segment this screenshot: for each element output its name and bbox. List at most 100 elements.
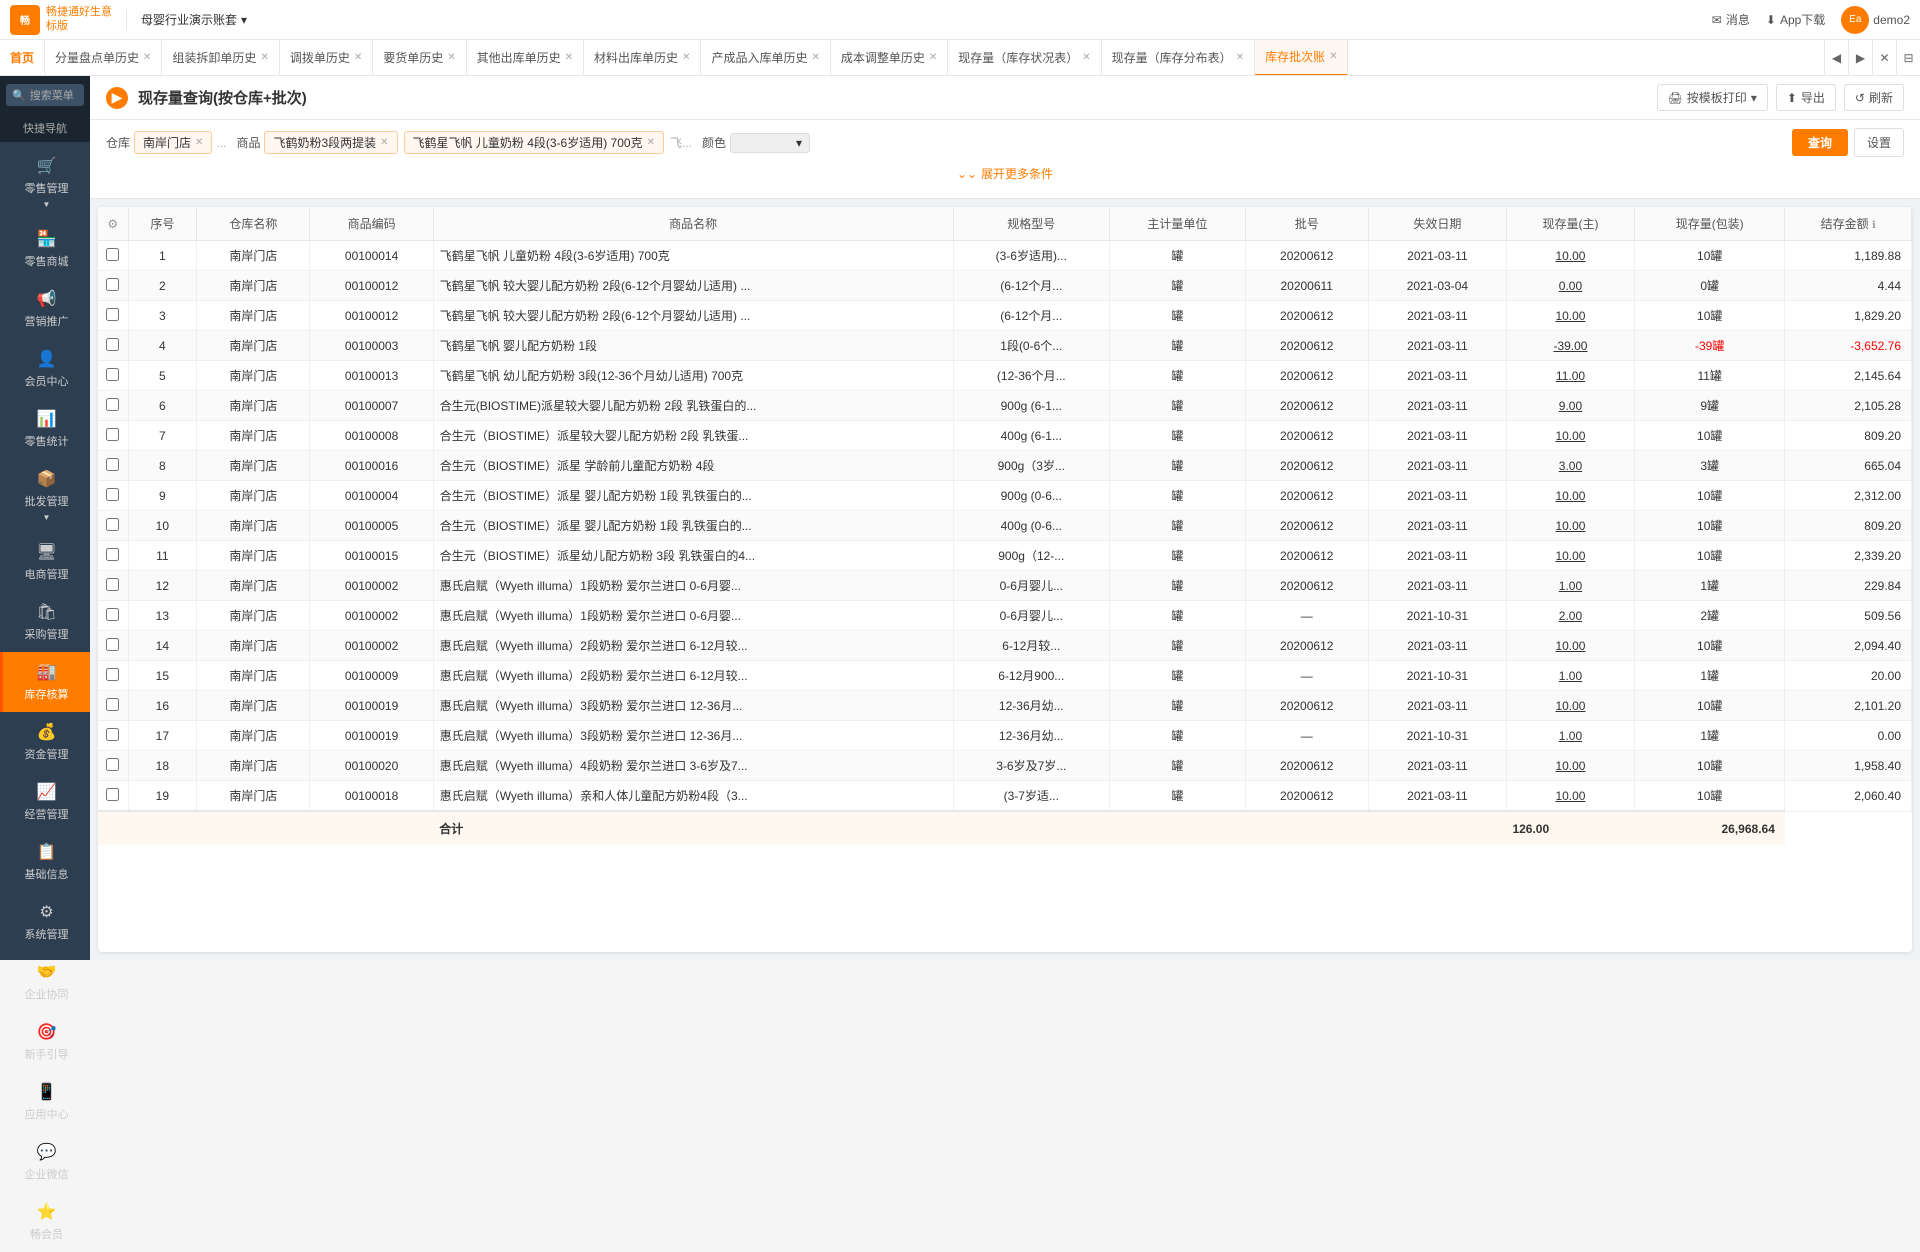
sidebar-item-newguide[interactable]: 🎯 新手引导 — [0, 1012, 90, 1072]
row-checkbox[interactable] — [98, 451, 128, 481]
expand-conditions-btn[interactable]: ⌄⌄ 展开更多条件 — [949, 161, 1061, 186]
row-qty-main[interactable]: 1.00 — [1506, 571, 1634, 601]
tab-requisition[interactable]: 要货单历史 ✕ — [373, 40, 466, 76]
row-checkbox[interactable] — [98, 781, 128, 812]
row-qty-main[interactable]: 10.00 — [1506, 781, 1634, 812]
row-checkbox[interactable] — [98, 241, 128, 271]
sidebar-item-finance[interactable]: 💰 资金管理 — [0, 712, 90, 772]
print-btn[interactable]: 🖨 按模板打印 ▾ — [1657, 84, 1768, 111]
product-tag-more[interactable]: 飞... — [670, 134, 692, 151]
tab-close-all-btn[interactable]: ✕ — [1872, 40, 1896, 76]
sidebar-item-shop[interactable]: 🏪 零售商城 — [0, 219, 90, 279]
row-checkbox[interactable] — [98, 631, 128, 661]
warehouse-ellipsis[interactable]: ... — [216, 136, 226, 150]
sidebar-item-retail[interactable]: 🛒 零售管理 ▼ — [0, 146, 90, 219]
tab-transfer[interactable]: 调拨单历史 ✕ — [280, 40, 373, 76]
tab-close-transfer[interactable]: ✕ — [354, 52, 362, 63]
color-select[interactable] — [730, 133, 810, 153]
tab-close-other-out[interactable]: ✕ — [565, 52, 573, 63]
row-qty-main[interactable]: 10.00 — [1506, 301, 1634, 331]
sidebar-item-member2[interactable]: ⭐ 畅会员 — [0, 1192, 90, 1252]
tab-cost-adjust[interactable]: 成本调整单历史 ✕ — [831, 40, 948, 76]
row-qty-main[interactable]: 0.00 — [1506, 271, 1634, 301]
row-checkbox[interactable] — [98, 481, 128, 511]
sidebar-item-business[interactable]: 📈 经营管理 — [0, 772, 90, 832]
query-btn[interactable]: 查询 — [1792, 129, 1848, 156]
product-tag-0[interactable]: 飞鹤奶粉3段两提装 ✕ — [264, 131, 397, 154]
user-profile[interactable]: Ea demo2 — [1841, 6, 1910, 34]
row-checkbox[interactable] — [98, 601, 128, 631]
sidebar-item-system[interactable]: ⚙ 系统管理 — [0, 892, 90, 952]
sidebar-item-inventory[interactable]: 🏭 库存核算 — [0, 652, 90, 712]
row-qty-main[interactable]: 2.00 — [1506, 601, 1634, 631]
tab-close-batch-query[interactable]: ✕ — [1329, 51, 1337, 62]
export-btn[interactable]: ⬆ 导出 — [1776, 84, 1836, 111]
row-qty-main[interactable]: 1.00 — [1506, 661, 1634, 691]
tab-prev-btn[interactable]: ◀ — [1824, 40, 1848, 76]
tab-inventory-status[interactable]: 现存量（库存状况表） ✕ — [948, 40, 1101, 76]
app-download-btn[interactable]: ⬇ App下载 — [1766, 11, 1825, 28]
refresh-btn[interactable]: ↺ 刷新 — [1844, 84, 1904, 111]
tab-product-in[interactable]: 产成品入库单历史 ✕ — [701, 40, 830, 76]
expand-btn[interactable]: ▶ — [106, 87, 128, 109]
tab-close-cost-adjust[interactable]: ✕ — [929, 52, 937, 63]
row-qty-main[interactable]: -39.00 — [1506, 331, 1634, 361]
sidebar-item-corp[interactable]: 🤝 企业协同 — [0, 952, 90, 1012]
row-checkbox[interactable] — [98, 661, 128, 691]
row-checkbox[interactable] — [98, 331, 128, 361]
gear-icon[interactable]: ⚙ — [107, 217, 118, 231]
sidebar-item-retail-stat[interactable]: 📊 零售统计 — [0, 399, 90, 459]
tab-batch-query[interactable]: 库存批次账 ✕ — [1255, 40, 1348, 76]
row-qty-main[interactable]: 1.00 — [1506, 721, 1634, 751]
row-qty-main[interactable]: 10.00 — [1506, 481, 1634, 511]
product-tag-0-remove[interactable]: ✕ — [380, 137, 388, 148]
sidebar-item-marketing[interactable]: 📢 营销推广 — [0, 279, 90, 339]
row-checkbox[interactable] — [98, 301, 128, 331]
tab-home[interactable]: 首页 — [0, 40, 45, 76]
tab-next-btn[interactable]: ▶ — [1848, 40, 1872, 76]
row-checkbox[interactable] — [98, 391, 128, 421]
tab-close-inventory-dist[interactable]: ✕ — [1236, 52, 1244, 63]
settings-btn[interactable]: 设置 — [1854, 128, 1904, 157]
sidebar-item-basic[interactable]: 📋 基础信息 — [0, 832, 90, 892]
sidebar-item-member[interactable]: 👤 会员中心 — [0, 339, 90, 399]
search-menu-box[interactable]: 🔍 搜索菜单 — [6, 84, 84, 106]
row-qty-main[interactable]: 3.00 — [1506, 451, 1634, 481]
row-qty-main[interactable]: 10.00 — [1506, 241, 1634, 271]
sidebar-item-ecommerce[interactable]: 🖥 电商管理 — [0, 532, 90, 592]
tab-other-out[interactable]: 其他出库单历史 ✕ — [467, 40, 584, 76]
tab-split-record[interactable]: 分量盘点单历史 ✕ — [45, 40, 162, 76]
tab-close-product-in[interactable]: ✕ — [811, 52, 819, 63]
row-checkbox[interactable] — [98, 691, 128, 721]
balance-info-icon[interactable]: ℹ — [1872, 220, 1876, 231]
tab-close-inventory-status[interactable]: ✕ — [1082, 52, 1090, 63]
row-qty-main[interactable]: 10.00 — [1506, 541, 1634, 571]
row-checkbox[interactable] — [98, 721, 128, 751]
quick-nav-item[interactable]: 快捷导航 — [0, 114, 90, 142]
product-tag-1-remove[interactable]: ✕ — [647, 137, 655, 148]
tab-menu-btn[interactable]: ⊟ — [1896, 40, 1920, 76]
tab-close-split[interactable]: ✕ — [143, 52, 151, 63]
row-checkbox[interactable] — [98, 571, 128, 601]
sidebar-item-wechat[interactable]: 💬 企业微信 — [0, 1132, 90, 1192]
tab-close-requisition[interactable]: ✕ — [447, 52, 455, 63]
message-btn[interactable]: ✉ 消息 — [1712, 11, 1750, 28]
row-qty-main[interactable]: 10.00 — [1506, 511, 1634, 541]
sidebar-item-wholesale[interactable]: 📦 批发管理 ▼ — [0, 459, 90, 532]
row-checkbox[interactable] — [98, 271, 128, 301]
account-select[interactable]: 母婴行业演示账套 ▾ — [141, 11, 247, 28]
tab-inventory-dist[interactable]: 现存量（库存分布表） ✕ — [1102, 40, 1255, 76]
sidebar-item-purchase[interactable]: 🛍 采购管理 — [0, 592, 90, 652]
row-qty-main[interactable]: 10.00 — [1506, 421, 1634, 451]
row-checkbox[interactable] — [98, 751, 128, 781]
sidebar-item-appcenter[interactable]: 📱 应用中心 — [0, 1072, 90, 1132]
tab-material-out[interactable]: 材料出库单历史 ✕ — [584, 40, 701, 76]
tab-close-disassemble[interactable]: ✕ — [260, 52, 268, 63]
tab-close-material-out[interactable]: ✕ — [682, 52, 690, 63]
row-checkbox[interactable] — [98, 511, 128, 541]
row-qty-main[interactable]: 11.00 — [1506, 361, 1634, 391]
row-qty-main[interactable]: 10.00 — [1506, 751, 1634, 781]
row-qty-main[interactable]: 10.00 — [1506, 631, 1634, 661]
product-tag-1[interactable]: 飞鹤星飞帆 儿童奶粉 4段(3-6岁适用) 700克 ✕ — [404, 131, 664, 154]
row-qty-main[interactable]: 10.00 — [1506, 691, 1634, 721]
